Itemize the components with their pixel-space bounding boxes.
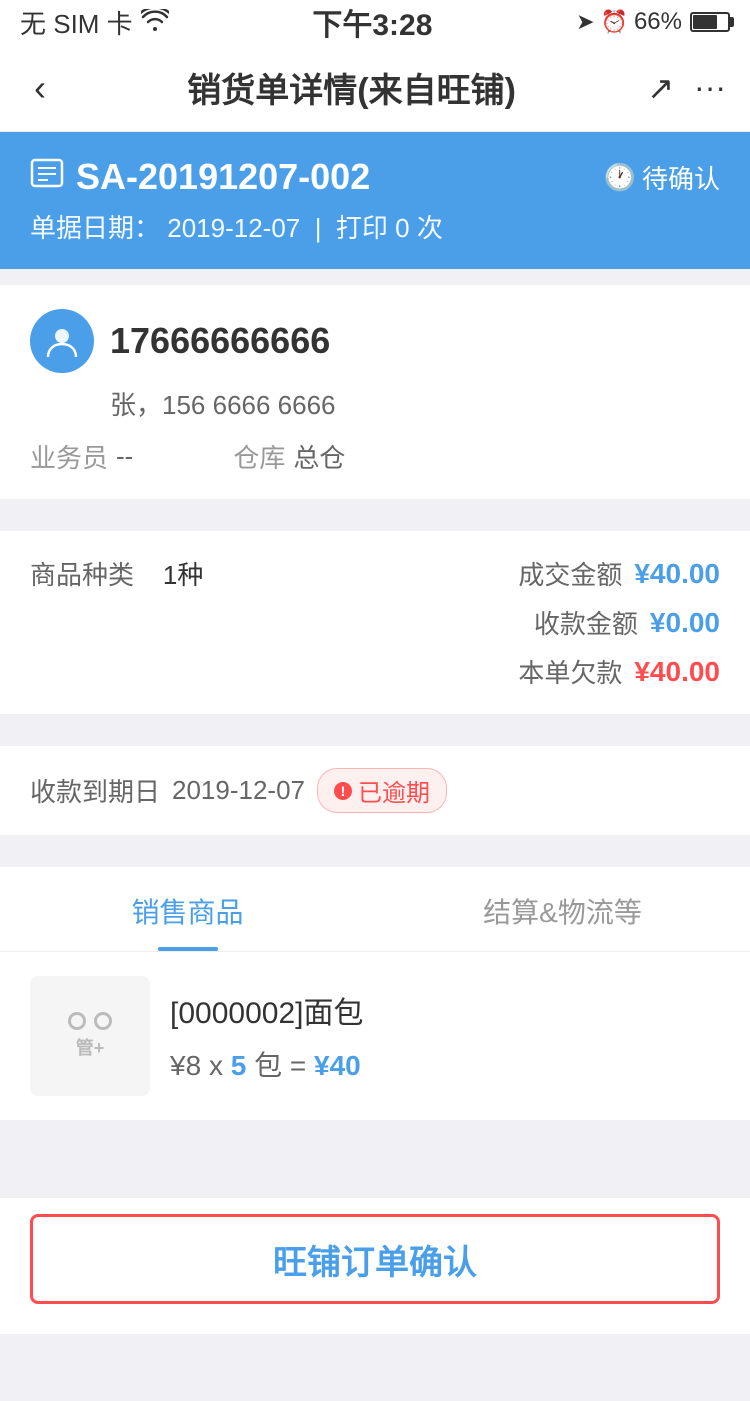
order-banner-top: SA-20191207-002 🕐 待确认 (30, 156, 720, 198)
share-icon[interactable]: ↗ (647, 69, 674, 107)
section-divider-2 (0, 714, 750, 730)
due-date: 2019-12-07 (172, 775, 305, 806)
balance-row: 本单欠款 ¥40.00 (518, 653, 720, 690)
product-type-value: 1种 (163, 560, 203, 590)
section-divider-3 (0, 835, 750, 851)
alarm-icon: ⏰ (601, 9, 628, 35)
battery-icon (690, 12, 730, 32)
summary-right: 成交金额 ¥40.00 收款金额 ¥0.00 本单欠款 ¥40.00 (518, 555, 720, 690)
bottom-bar: 旺铺订单确认 (0, 1197, 750, 1334)
overdue-badge: ! 已逾期 (317, 768, 447, 813)
deal-amount-value: ¥40.00 (634, 558, 720, 590)
order-status-text: 待确认 (642, 159, 720, 196)
summary-section: 商品种类 1种 成交金额 ¥40.00 收款金额 ¥0.00 本单欠款 ¥40.… (0, 531, 750, 714)
product-type-row: 商品种类 1种 (30, 555, 203, 592)
equals-sign: = (290, 1050, 314, 1081)
due-label: 收款到期日 (30, 772, 160, 809)
payment-amount-row: 收款金额 ¥0.00 (534, 604, 720, 641)
tabs: 销售商品 结算&物流等 (0, 867, 750, 952)
product-price-row: ¥8 x 5 包 = ¥40 (170, 1044, 720, 1084)
more-icon[interactable]: ··· (694, 69, 726, 106)
section-divider-1 (0, 499, 750, 515)
owl-eyes (68, 1012, 112, 1030)
overdue-dot-icon: ! (334, 782, 352, 800)
product-name-text: 面包 (303, 997, 363, 1030)
order-date: 单据日期： 2019-12-07 | 打印 0 次 (30, 208, 720, 245)
balance-value: ¥40.00 (634, 656, 720, 688)
overdue-text: 已逾期 (358, 773, 430, 808)
owl-right-eye (94, 1012, 112, 1030)
warehouse-value: 总仓 (293, 438, 345, 475)
product-quantity: 5 (231, 1050, 247, 1081)
status-bar: 无 SIM 卡 下午3:28 ➤ ⏰ 66% (0, 0, 750, 44)
warehouse-label: 仓库 (233, 438, 285, 475)
owl-logo: 管+ (68, 1012, 112, 1060)
avatar (30, 309, 94, 373)
product-list: 管+ [0000002]面包 ¥8 x 5 包 = ¥40 (0, 952, 750, 1121)
back-button[interactable]: ‹ (24, 57, 56, 119)
product-name: [0000002]面包 (170, 988, 720, 1032)
clock-icon: 🕐 (604, 162, 636, 193)
due-section: 收款到期日 2019-12-07 ! 已逾期 (0, 746, 750, 835)
product-unit-price: ¥8 (170, 1050, 201, 1081)
order-id: SA-20191207-002 (30, 156, 370, 198)
customer-meta: 业务员 -- 仓库 总仓 (30, 438, 720, 475)
deal-amount-row: 成交金额 ¥40.00 (518, 555, 720, 592)
product-type-label: 商品种类 (30, 560, 134, 590)
customer-name: 张，156 6666 6666 (110, 385, 720, 422)
product-unit: 包 (254, 1050, 282, 1081)
page-title: 销货单详情(来自旺铺) (187, 63, 516, 112)
tab-settlement[interactable]: 结算&物流等 (375, 867, 750, 951)
customer-section: 17666666666 张，156 6666 6666 业务员 -- 仓库 总仓 (0, 285, 750, 499)
status-right: ➤ ⏰ 66% (576, 8, 730, 36)
salesperson-label: 业务员 (30, 438, 108, 475)
balance-label: 本单欠款 (518, 653, 622, 690)
wifi-icon (141, 7, 169, 38)
order-banner: SA-20191207-002 🕐 待确认 单据日期： 2019-12-07 |… (0, 132, 750, 269)
customer-header: 17666666666 (30, 309, 720, 373)
product-total: ¥40 (314, 1050, 361, 1081)
order-icon (30, 158, 64, 196)
order-id-text: SA-20191207-002 (76, 156, 370, 198)
multiply-icon: x (209, 1050, 231, 1081)
deal-amount-label: 成交金额 (518, 555, 622, 592)
confirm-order-button[interactable]: 旺铺订单确认 (30, 1214, 720, 1304)
salesperson-field: 业务员 -- (30, 438, 133, 475)
location-icon: ➤ (576, 9, 594, 35)
payment-amount-value: ¥0.00 (650, 607, 720, 639)
nav-actions: ↗ ··· (647, 69, 726, 107)
product-code: [0000002] (170, 997, 303, 1030)
order-status: 🕐 待确认 (604, 159, 720, 196)
owl-left-eye (68, 1012, 86, 1030)
customer-phone: 17666666666 (110, 320, 330, 362)
table-row: 管+ [0000002]面包 ¥8 x 5 包 = ¥40 (0, 952, 750, 1121)
payment-amount-label: 收款金额 (534, 604, 638, 641)
tab-sales-products[interactable]: 销售商品 (0, 867, 375, 951)
product-info: [0000002]面包 ¥8 x 5 包 = ¥40 (170, 988, 720, 1084)
status-time: 下午3:28 (312, 0, 432, 44)
status-left: 无 SIM 卡 (20, 4, 169, 41)
salesperson-value: -- (116, 441, 133, 472)
product-thumbnail: 管+ (30, 976, 150, 1096)
nav-bar: ‹ 销货单详情(来自旺铺) ↗ ··· (0, 44, 750, 132)
warehouse-field: 仓库 总仓 (233, 438, 345, 475)
owl-brand-text: 管+ (76, 1034, 105, 1060)
battery-percent: 66% (634, 8, 682, 36)
summary-left: 商品种类 1种 (30, 555, 203, 592)
carrier-text: 无 SIM 卡 (20, 4, 133, 41)
